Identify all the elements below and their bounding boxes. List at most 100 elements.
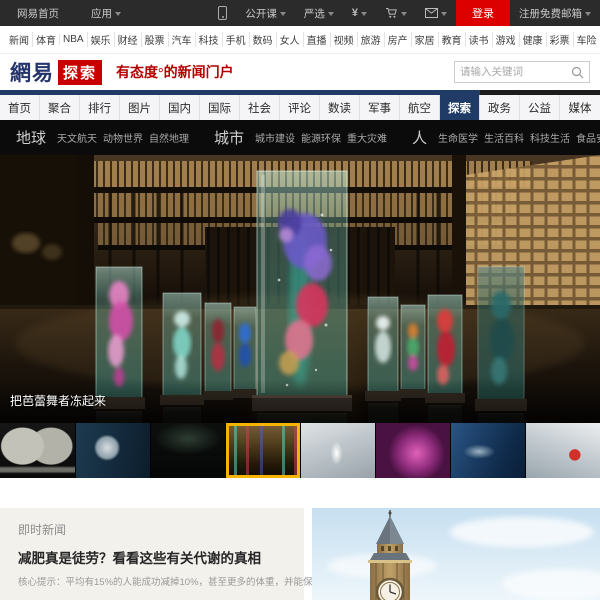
mail-menu[interactable] <box>416 0 456 26</box>
channel-link[interactable]: 教育 <box>437 32 465 47</box>
thumbnail-xray-scan[interactable] <box>0 423 75 478</box>
search-input[interactable] <box>460 66 571 78</box>
channel-link[interactable]: 健康 <box>518 32 546 47</box>
channel-link[interactable]: 手机 <box>221 32 249 47</box>
topbar: 网易首页 应用 公开课 严选 ¥ 登录 注册免费邮箱 <box>0 0 600 26</box>
app-menu[interactable]: 应用 <box>82 6 130 21</box>
tab-military[interactable]: 军事 <box>360 95 400 120</box>
tab-explore-active[interactable]: 探索 <box>440 95 480 120</box>
channel-link[interactable]: 彩票 <box>545 32 573 47</box>
site-logo[interactable]: 網易 探索 <box>10 57 103 87</box>
channel-link[interactable]: 数码 <box>248 32 276 47</box>
masthead: 網易 探索 有态度°的新闻门户 <box>0 54 600 90</box>
yanxuan-label: 严选 <box>303 7 325 20</box>
thumbnail-pink-room[interactable] <box>375 423 450 478</box>
chevron-down-icon <box>585 11 591 16</box>
nav-accent-strip <box>0 90 600 95</box>
tab-domestic[interactable]: 国内 <box>160 95 200 120</box>
tab-society[interactable]: 社会 <box>240 95 280 120</box>
instant-news-panel: 即时新闻 减肥真是徒劳？看看这些有关代谢的真相 核心提示：平均有15%的人能成功… <box>0 508 360 600</box>
subnav-link[interactable]: 食品安全 <box>576 130 600 145</box>
channel-link[interactable]: 汽车 <box>167 32 195 47</box>
tab-charity[interactable]: 公益 <box>520 95 560 120</box>
sub-nav: 地球 天文航天 动物世界 自然地理 城市 城市建设 能源环保 重大灾难 人 生命… <box>0 120 600 155</box>
channel-link[interactable]: 直播 <box>302 32 330 47</box>
tab-world[interactable]: 国际 <box>200 95 240 120</box>
cart-icon <box>386 8 397 18</box>
tab-home[interactable]: 首页 <box>0 95 40 120</box>
login-button[interactable]: 登录 <box>456 0 510 26</box>
subnav-link[interactable]: 动物世界 <box>103 130 143 145</box>
hero-image[interactable]: 把芭蕾舞者冻起来 <box>0 155 600 423</box>
channel-link[interactable]: 科技 <box>194 32 222 47</box>
thumbnail-arctic-animal[interactable] <box>300 423 375 478</box>
thumbnail-strip <box>0 423 600 478</box>
slogan: 有态度°的新闻门户 <box>116 66 234 81</box>
netease-home-link[interactable]: 网易首页 <box>8 6 68 21</box>
channel-link[interactable]: 车险 <box>572 32 600 47</box>
open-course-label: 公开课 <box>245 7 277 20</box>
channel-link[interactable]: 女人 <box>275 32 303 47</box>
section-logo-badge: 探索 <box>58 59 103 85</box>
channel-link[interactable]: 视频 <box>329 32 357 47</box>
page: 网易首页 应用 公开课 严选 ¥ 登录 注册免费邮箱 新闻 体育 NBA 娱乐 … <box>0 0 600 600</box>
subnav-link[interactable]: 能源环保 <box>301 130 341 145</box>
bottom-section: 即时新闻 减肥真是徒劳？看看这些有关代谢的真相 核心提示：平均有15%的人能成功… <box>0 478 600 600</box>
feature-photo-bigben[interactable] <box>312 508 600 600</box>
channel-link[interactable]: 娱乐 <box>86 32 114 47</box>
netease-logo-text: 網易 <box>10 61 54 85</box>
chevron-down-icon <box>279 11 286 16</box>
tab-aviation[interactable]: 航空 <box>400 95 440 120</box>
register-mailbox-link[interactable]: 注册免费邮箱 <box>510 0 600 26</box>
subnav-link[interactable]: 自然地理 <box>149 130 189 145</box>
channel-link[interactable]: 体育 <box>32 32 59 47</box>
tab-comment[interactable]: 评论 <box>280 95 320 120</box>
news-headline-link[interactable]: 减肥真是徒劳？看看这些有关代谢的真相 <box>18 547 286 567</box>
channel-link[interactable]: 游戏 <box>491 32 519 47</box>
channel-strip: 新闻 体育 NBA 娱乐 财经 股票 汽车 科技 手机 数码 女人 直播 视频 … <box>0 26 600 54</box>
subnav-link[interactable]: 生活百科 <box>484 130 524 145</box>
mobile-app-button[interactable] <box>209 0 236 26</box>
subnav-title-earth[interactable]: 地球 <box>16 127 46 148</box>
register-label: 注册免费邮箱 <box>519 7 582 20</box>
chevron-down-icon <box>361 11 367 16</box>
thumbnail-night-sky[interactable] <box>150 423 225 478</box>
tab-gov[interactable]: 政务 <box>480 95 520 120</box>
yanxuan-menu[interactable]: 严选 <box>295 0 343 26</box>
thumbnail-underwater-shark[interactable] <box>450 423 525 478</box>
finance-menu[interactable]: ¥ <box>343 0 376 26</box>
chevron-down-icon <box>401 11 407 16</box>
mail-icon <box>425 8 438 18</box>
subnav-link[interactable]: 重大灾难 <box>347 130 387 145</box>
search-icon[interactable] <box>571 66 584 79</box>
open-course-menu[interactable]: 公开课 <box>236 0 295 26</box>
chevron-down-icon <box>115 11 121 16</box>
tab-photo[interactable]: 图片 <box>120 95 160 120</box>
channel-link[interactable]: NBA <box>59 34 87 45</box>
subnav-title-city[interactable]: 城市 <box>214 127 244 148</box>
thumbnail-frozen-dancers-selected[interactable] <box>225 423 300 478</box>
thumbnail-shark-face[interactable] <box>75 423 150 478</box>
chevron-down-icon <box>441 11 447 16</box>
channel-link[interactable]: 新闻 <box>6 32 32 47</box>
tab-data[interactable]: 数读 <box>320 95 360 120</box>
channel-link[interactable]: 读书 <box>464 32 492 47</box>
subnav-link[interactable]: 科技生活 <box>530 130 570 145</box>
channel-link[interactable]: 家居 <box>410 32 438 47</box>
channel-link[interactable]: 旅游 <box>356 32 384 47</box>
yuan-icon: ¥ <box>351 7 358 19</box>
tab-ranking[interactable]: 排行 <box>80 95 120 120</box>
phone-icon <box>218 6 228 20</box>
cart-menu[interactable] <box>376 0 416 26</box>
subnav-link[interactable]: 天文航天 <box>57 130 97 145</box>
thumbnail-snow-climber[interactable] <box>525 423 600 478</box>
tab-juhe[interactable]: 聚合 <box>40 95 80 120</box>
channel-link[interactable]: 财经 <box>113 32 141 47</box>
channel-link[interactable]: 房产 <box>383 32 411 47</box>
subnav-title-human[interactable]: 人 <box>412 127 427 148</box>
tab-media[interactable]: 媒体 <box>560 95 600 120</box>
instant-news-label: 即时新闻 <box>18 523 67 537</box>
subnav-link[interactable]: 城市建设 <box>255 130 295 145</box>
channel-link[interactable]: 股票 <box>140 32 168 47</box>
subnav-link[interactable]: 生命医学 <box>438 130 478 145</box>
